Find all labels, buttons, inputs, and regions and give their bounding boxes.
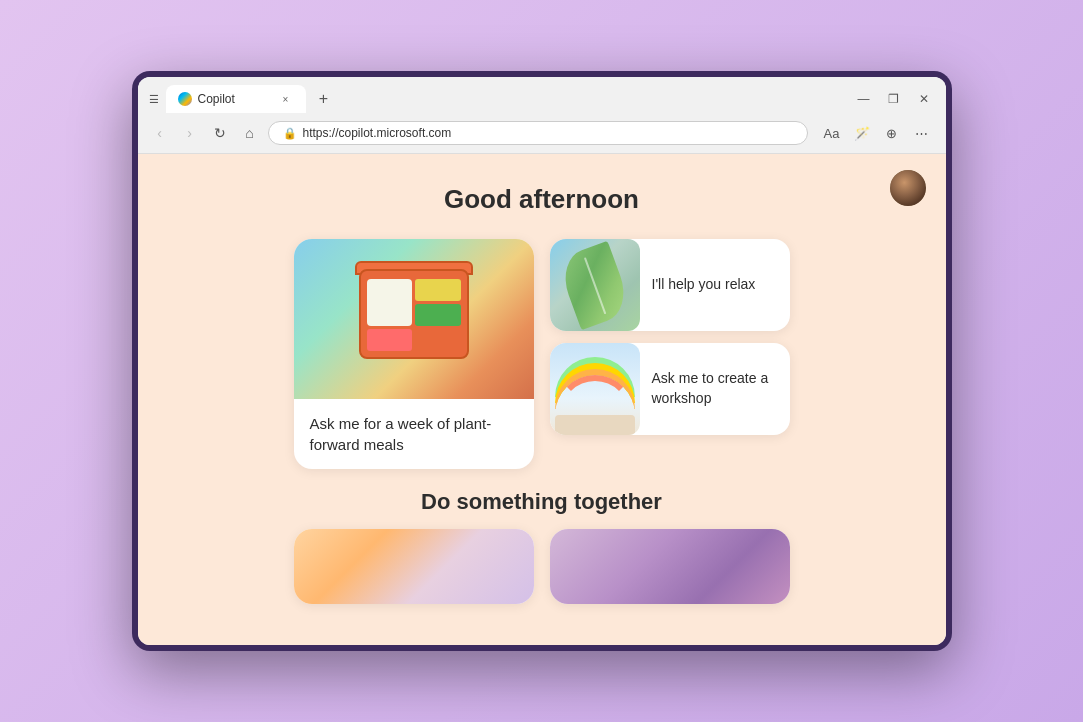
relax-card[interactable]: I'll help you relax: [550, 239, 790, 331]
maximize-button[interactable]: ❐: [880, 85, 908, 113]
meals-card[interactable]: Ask me for a week of plant-forward meals: [294, 239, 534, 469]
workshop-card[interactable]: Ask me to create a workshop: [550, 343, 790, 435]
browser-chrome: ☰ Copilot × + — ❐ ✕ ‹ › ↻ ⌂: [138, 77, 946, 154]
food-veggie3: [367, 329, 413, 351]
bento-box-illustration: [359, 269, 469, 359]
copilot-button[interactable]: 🪄: [848, 119, 876, 147]
meals-card-image: [294, 239, 534, 399]
relax-card-image: [550, 239, 640, 331]
back-button[interactable]: ‹: [148, 121, 172, 145]
cards-grid: Ask me for a week of plant-forward meals…: [168, 239, 916, 469]
tab-close-button[interactable]: ×: [278, 91, 294, 107]
small-cards-column: I'll help you relax Ask me to create a w…: [550, 239, 790, 469]
rainbow-background: [550, 343, 640, 435]
food-veggie2: [415, 304, 461, 326]
relax-card-text: I'll help you relax: [640, 265, 790, 305]
close-button[interactable]: ✕: [910, 85, 938, 113]
user-avatar[interactable]: [890, 170, 926, 206]
lock-icon: 🔒: [283, 127, 297, 140]
avatar-image: [890, 170, 926, 206]
bento-container: [359, 269, 469, 359]
address-bar: ‹ › ↻ ⌂ 🔒 https://copilot.microsoft.com …: [138, 113, 946, 153]
forward-button[interactable]: ›: [178, 121, 202, 145]
extensions-button[interactable]: ⊕: [878, 119, 906, 147]
browser-window: ☰ Copilot × + — ❐ ✕ ‹ › ↻ ⌂: [138, 77, 946, 645]
monitor-frame: ☰ Copilot × + — ❐ ✕ ‹ › ↻ ⌂: [132, 71, 952, 651]
bottom-card-2[interactable]: [550, 529, 790, 604]
tab-label: Copilot: [198, 92, 272, 106]
minimize-button[interactable]: —: [850, 85, 878, 113]
meals-card-text: Ask me for a week of plant-forward meals: [294, 399, 534, 469]
page-content: Good afternoon: [138, 154, 946, 645]
url-field[interactable]: 🔒 https://copilot.microsoft.com: [268, 121, 808, 145]
toolbar-right: Aа 🪄 ⊕ ⋯: [818, 119, 936, 147]
home-button[interactable]: ⌂: [238, 121, 262, 145]
active-tab[interactable]: Copilot ×: [166, 85, 306, 113]
url-text: https://copilot.microsoft.com: [303, 126, 452, 140]
window-controls: — ❐ ✕: [850, 85, 938, 113]
sidebar-toggle-icon[interactable]: ☰: [146, 91, 162, 107]
bottom-cards: [168, 529, 916, 604]
workshop-card-text: Ask me to create a workshop: [640, 359, 790, 418]
bottom-card-1[interactable]: [294, 529, 534, 604]
new-tab-button[interactable]: +: [310, 85, 338, 113]
refresh-button[interactable]: ↻: [208, 121, 232, 145]
bento-food: [367, 279, 461, 351]
greeting-heading: Good afternoon: [168, 184, 916, 215]
food-veggie1: [415, 279, 461, 301]
bottom-card-2-image: [550, 529, 790, 604]
menu-button[interactable]: ⋯: [908, 119, 936, 147]
leaf-background: [550, 239, 640, 331]
read-aloud-button[interactable]: Aа: [818, 119, 846, 147]
tab-bar: ☰ Copilot × + — ❐ ✕: [138, 77, 946, 113]
food-rice: [367, 279, 413, 326]
rainbow-arc: [555, 375, 635, 415]
leaf-shape: [556, 240, 633, 329]
table-items: [555, 415, 635, 435]
workshop-card-image: [550, 343, 640, 435]
do-together-heading: Do something together: [168, 489, 916, 515]
bottom-card-1-image: [294, 529, 534, 604]
tab-favicon: [178, 92, 192, 106]
